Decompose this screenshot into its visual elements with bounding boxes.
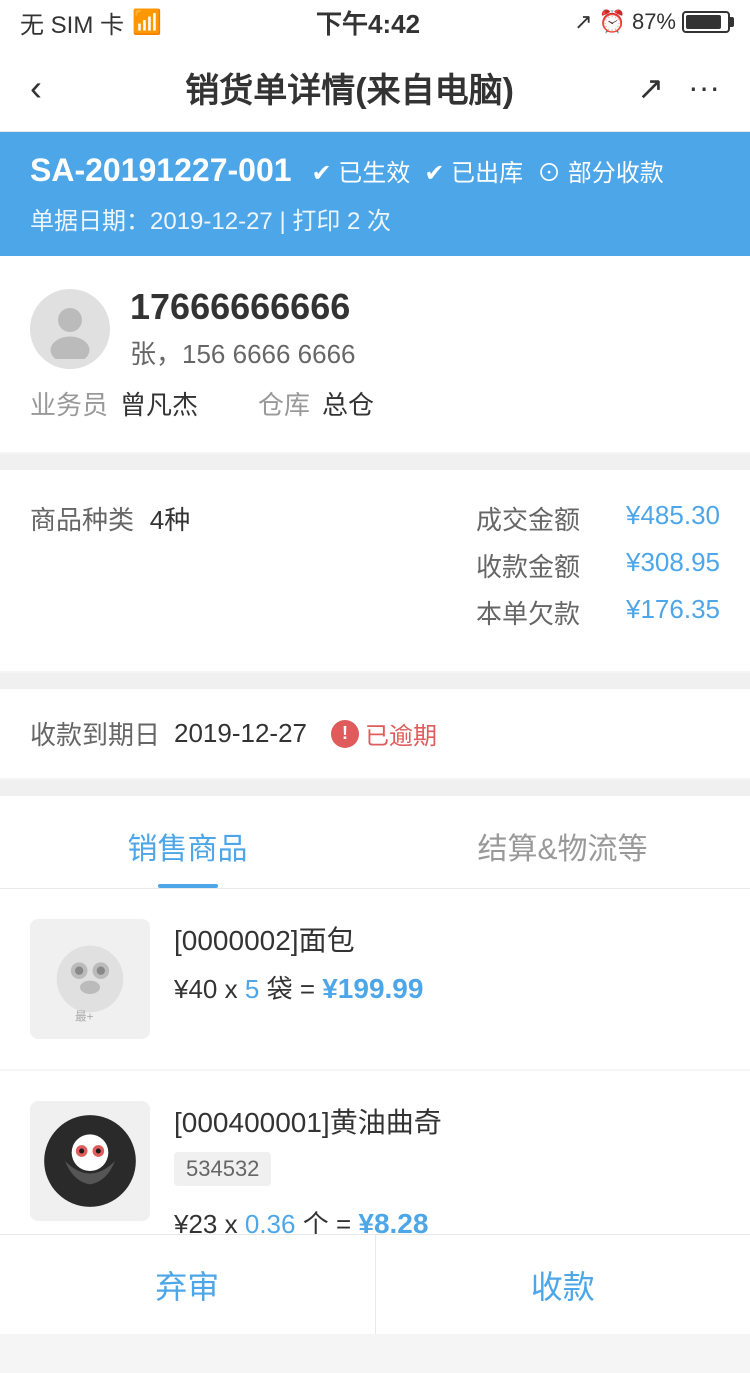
product-name-2: [000400001]黄油曲奇 — [174, 1101, 720, 1141]
overdue-badge: ! 已逾期 — [331, 716, 437, 751]
deal-amount-row: 成交金额 ¥485.30 — [476, 500, 720, 537]
carrier-label: 无 SIM 卡 — [20, 5, 124, 40]
status-left: 无 SIM 卡 📶 — [20, 5, 162, 40]
product-unit-price-1: ¥40 — [174, 974, 217, 1004]
alarm-icon: ⏰ — [599, 9, 626, 35]
order-header-top: SA-20191227-001 ✔ 已生效 ✔ 已出库 ⊙ 部分收款 — [30, 152, 720, 189]
back-button[interactable]: ‹ — [30, 67, 42, 109]
summary-right: 成交金额 ¥485.30 收款金额 ¥308.95 本单欠款 ¥176.35 — [476, 500, 720, 641]
product-info-1: [0000002]面包 ¥40 x 5 袋 = ¥199.99 — [174, 919, 720, 1006]
badge-effective: ✔ 已生效 — [312, 153, 411, 188]
collect-button[interactable]: 收款 — [376, 1235, 750, 1334]
warehouse-label: 仓库 — [258, 385, 310, 422]
order-meta: 单据日期：2019-12-27 | 打印 2 次 — [30, 201, 720, 236]
tabs-section: 销售商品 结算&物流等 — [0, 796, 750, 889]
product-image-icon-2 — [40, 1111, 140, 1211]
salesperson-label: 业务员 — [30, 385, 108, 422]
customer-info: 17666666666 张，156 6666 6666 — [130, 286, 356, 371]
product-list: 最+ [0000002]面包 ¥40 x 5 袋 = ¥199.99 — [0, 889, 750, 1271]
deal-amount-value: ¥485.30 — [600, 500, 720, 537]
product-qty-1: 5 — [245, 974, 259, 1004]
status-time: 下午4:42 — [316, 4, 420, 41]
more-button[interactable]: ··· — [688, 69, 720, 106]
separator-1 — [0, 454, 750, 470]
received-row: 收款金额 ¥308.95 — [476, 547, 720, 584]
location-icon: ↗ — [574, 9, 592, 35]
list-item: 最+ [0000002]面包 ¥40 x 5 袋 = ¥199.99 — [0, 889, 750, 1069]
customer-detail-row: 业务员 曾凡杰 仓库 总仓 — [30, 385, 720, 422]
deal-amount-label: 成交金额 — [476, 500, 580, 537]
battery-percent: 87% — [632, 9, 676, 35]
product-type-label: 商品种类 — [30, 505, 134, 535]
customer-contact: 张，156 6666 6666 — [130, 334, 356, 371]
product-type-value: 4种 — [150, 505, 190, 535]
summary-left: 商品种类 4种 — [30, 500, 190, 537]
order-id: SA-20191227-001 — [30, 152, 292, 189]
overdue-icon: ! — [331, 720, 359, 748]
overdue-label: 已逾期 — [365, 716, 437, 751]
separator-2 — [0, 673, 750, 689]
product-unit-1: 袋 — [267, 974, 293, 1004]
order-print: | 打印 2 次 — [279, 208, 391, 235]
separator-3 — [0, 780, 750, 796]
product-info-2: [000400001]黄油曲奇 534532 ¥23 x 0.36 个 = ¥8… — [174, 1101, 720, 1241]
bottom-bar: 弃审 收款 — [0, 1234, 750, 1334]
due-date-value: 2019-12-27 — [174, 718, 307, 749]
due-section: 收款到期日 2019-12-27 ! 已逾期 — [0, 689, 750, 778]
owed-row: 本单欠款 ¥176.35 — [476, 594, 720, 631]
product-placeholder-icon: 最+ — [40, 929, 140, 1029]
product-image-1: 最+ — [30, 919, 150, 1039]
product-tag-2: 534532 — [174, 1152, 271, 1186]
salesperson-value: 曾凡杰 — [120, 385, 198, 422]
reject-button[interactable]: 弃审 — [0, 1235, 376, 1334]
owed-label: 本单欠款 — [476, 594, 580, 631]
status-right: ↗ ⏰ 87% — [574, 9, 730, 35]
due-label: 收款到期日 — [30, 715, 160, 752]
summary-section: 商品种类 4种 成交金额 ¥485.30 收款金额 ¥308.95 本单欠款 ¥… — [0, 470, 750, 671]
battery-icon — [682, 11, 730, 33]
product-total-1: ¥199.99 — [322, 973, 423, 1004]
nav-actions: ↗ ··· — [637, 69, 720, 107]
customer-account: 17666666666 — [130, 286, 356, 328]
share-button[interactable]: ↗ — [637, 69, 664, 107]
avatar-icon — [40, 299, 100, 359]
warehouse-info: 仓库 总仓 — [258, 385, 374, 422]
avatar — [30, 289, 110, 369]
customer-section: 17666666666 张，156 6666 6666 业务员 曾凡杰 仓库 总… — [0, 256, 750, 452]
tab-sales-products[interactable]: 销售商品 — [0, 796, 375, 888]
order-header: SA-20191227-001 ✔ 已生效 ✔ 已出库 ⊙ 部分收款 单据日期：… — [0, 132, 750, 256]
salesperson-info: 业务员 曾凡杰 — [30, 385, 198, 422]
customer-row: 17666666666 张，156 6666 6666 — [30, 286, 720, 371]
warehouse-value: 总仓 — [322, 385, 374, 422]
wifi-icon: 📶 — [132, 8, 162, 37]
owed-value: ¥176.35 — [600, 594, 720, 631]
received-value: ¥308.95 — [600, 547, 720, 584]
product-image-2 — [30, 1101, 150, 1221]
badge-partial: ⊙ 部分收款 — [537, 153, 664, 188]
tab-settlement[interactable]: 结算&物流等 — [375, 796, 750, 888]
product-name-1: [0000002]面包 — [174, 919, 720, 959]
page-title: 销货单详情(来自电脑) — [62, 63, 637, 112]
order-date: 单据日期：2019-12-27 — [30, 208, 273, 235]
badge-shipped: ✔ 已出库 — [424, 153, 523, 188]
received-label: 收款金额 — [476, 547, 580, 584]
status-bar: 无 SIM 卡 📶 下午4:42 ↗ ⏰ 87% — [0, 0, 750, 44]
nav-bar: ‹ 销货单详情(来自电脑) ↗ ··· — [0, 44, 750, 132]
svg-text:最+: 最+ — [75, 1011, 94, 1024]
order-badges: ✔ 已生效 ✔ 已出库 ⊙ 部分收款 — [312, 153, 664, 188]
product-price-1: ¥40 x 5 袋 = ¥199.99 — [174, 969, 720, 1006]
